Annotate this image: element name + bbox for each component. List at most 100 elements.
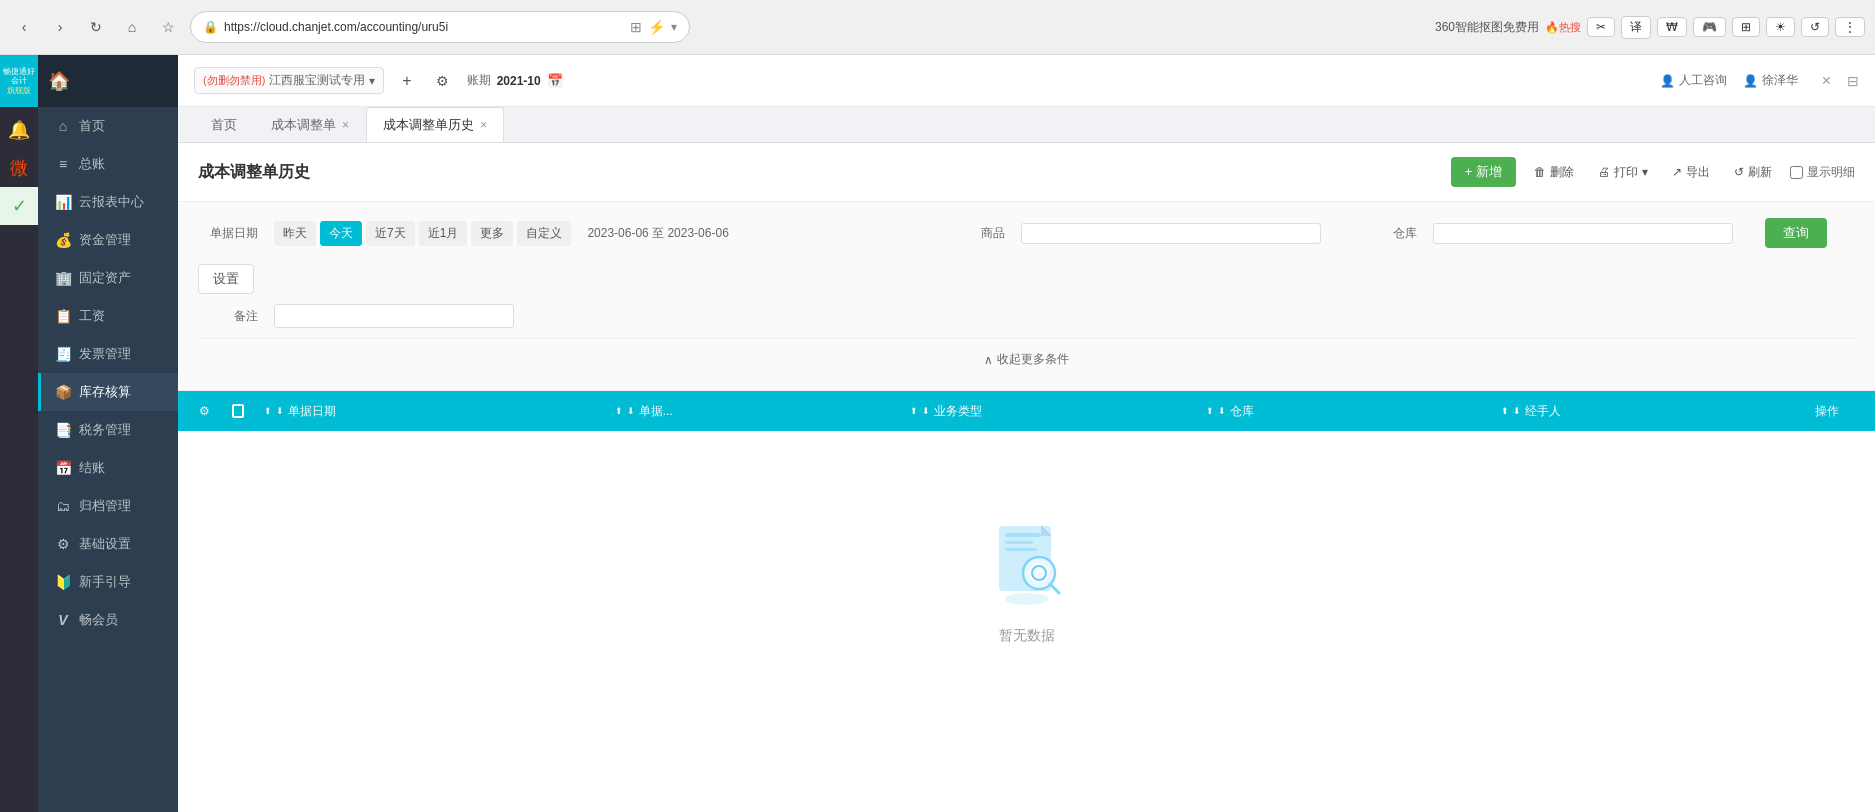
refresh-button[interactable]: ↻: [82, 13, 110, 41]
sidebar-item-tax[interactable]: 📑 税务管理: [38, 411, 178, 449]
tab-cost-adjust-close[interactable]: ×: [342, 118, 349, 132]
tab-cost-adjust-label: 成本调整单: [271, 116, 336, 134]
sidebar-item-funds-label: 资金管理: [79, 231, 131, 249]
print-button[interactable]: 🖨 打印 ▾: [1592, 160, 1654, 185]
sort-down-icon: ⬇: [276, 406, 284, 416]
refresh-button[interactable]: ↺ 刷新: [1728, 160, 1778, 185]
tab-cost-adjust-history-close[interactable]: ×: [480, 118, 487, 132]
warehouse-filter-select[interactable]: ...: [1433, 223, 1733, 244]
today-btn[interactable]: 今天: [320, 221, 362, 246]
tab-home-label: 首页: [211, 116, 237, 134]
more-dates-btn[interactable]: 更多: [471, 221, 513, 246]
filter-setting-button[interactable]: 设置: [198, 264, 254, 294]
table-container: ⚙ ⬆ ⬇ 单据日期 ⬆ ⬇ 单据...: [178, 391, 1875, 725]
th-checkbox[interactable]: [222, 391, 254, 431]
company-selector[interactable]: (勿删勿禁用) 江西服宝测试专用 ▾: [194, 67, 384, 94]
sort-up-icon-2: ⬆: [615, 406, 623, 416]
add-company-button[interactable]: +: [396, 68, 417, 94]
period-label: 账期: [467, 72, 491, 89]
print-dropdown-icon[interactable]: ▾: [1642, 165, 1648, 179]
sidebar-item-invoice[interactable]: 🧾 发票管理: [38, 335, 178, 373]
custom-date-btn[interactable]: 自定义: [517, 221, 571, 246]
filter-date-row: 单据日期 昨天 今天 近7天 近1月 更多 自定义 2023-06-06 至 2…: [198, 218, 1855, 294]
sidebar-item-funds[interactable]: 💰 资金管理: [38, 221, 178, 259]
undo-button[interactable]: ↺: [1801, 17, 1829, 37]
vip-icon: V: [55, 612, 71, 628]
more-button[interactable]: ⋮: [1835, 17, 1865, 37]
sidebar-item-ledger[interactable]: ≡ 总账: [38, 145, 178, 183]
th-person[interactable]: ⬆ ⬇ 经手人: [1491, 391, 1787, 431]
home-button[interactable]: ⌂: [118, 13, 146, 41]
close-accounts-icon: 📅: [55, 460, 71, 476]
icon-bar-weibo[interactable]: 微: [0, 149, 38, 187]
sidebar-item-settings[interactable]: ⚙ 基础设置: [38, 525, 178, 563]
sidebar-item-salary[interactable]: 📋 工资: [38, 297, 178, 335]
sidebar: 🏠 ⌂ 首页 ≡ 总账 📊 云报表中心 💰 资金管理 🏢 固定资产 📋 工资 🧾: [38, 55, 178, 812]
consult-icon: 👤: [1660, 74, 1675, 88]
window-close-button[interactable]: ×: [1822, 72, 1831, 90]
last1month-btn[interactable]: 近1月: [419, 221, 468, 246]
scissors-button[interactable]: ✂: [1587, 17, 1615, 37]
sidebar-item-fixed[interactable]: 🏢 固定资产: [38, 259, 178, 297]
page-header: 成本调整单历史 + 新增 🗑 删除 🖨 打印 ▾ ↗ 导出: [178, 143, 1875, 202]
calendar-icon[interactable]: 📅: [547, 73, 563, 88]
delete-button[interactable]: 🗑 删除: [1528, 160, 1580, 185]
apps-button[interactable]: ⊞: [1732, 17, 1760, 37]
sidebar-item-guide[interactable]: 🔰 新手引导: [38, 563, 178, 601]
star-button[interactable]: ☆: [154, 13, 182, 41]
show-detail-checkbox[interactable]: [1790, 166, 1803, 179]
wallet-button[interactable]: ₩: [1657, 17, 1687, 37]
th-number[interactable]: ⬆ ⬇ 单据...: [605, 391, 901, 431]
goods-more-icon[interactable]: ...: [1303, 228, 1311, 239]
svg-rect-2: [1005, 533, 1041, 537]
period-value: 2021-10: [497, 74, 541, 88]
th-action-label: 操作: [1815, 403, 1839, 420]
translate-button[interactable]: 译: [1621, 16, 1651, 39]
header-checkbox[interactable]: [232, 404, 244, 418]
warehouse-more-icon[interactable]: ...: [1715, 228, 1723, 239]
sidebar-item-vip[interactable]: V 畅会员: [38, 601, 178, 639]
sort-up-icon: ⬆: [264, 406, 272, 416]
main-content: (勿删勿禁用) 江西服宝测试专用 ▾ + ⚙ 账期 2021-10 📅 👤 人工…: [178, 55, 1875, 812]
remark-filter-input[interactable]: [274, 304, 514, 328]
sidebar-item-home[interactable]: ⌂ 首页: [38, 107, 178, 145]
goods-filter-select[interactable]: ...: [1021, 223, 1321, 244]
icon-bar-check[interactable]: ✓: [0, 187, 38, 225]
window-more-button[interactable]: ⊟: [1847, 73, 1859, 89]
yesterday-btn[interactable]: 昨天: [274, 221, 316, 246]
forward-button[interactable]: ›: [46, 13, 74, 41]
th-type[interactable]: ⬆ ⬇ 业务类型: [900, 391, 1196, 431]
query-button[interactable]: 查询: [1765, 218, 1827, 248]
ledger-icon: ≡: [55, 156, 71, 172]
sidebar-item-home-label: 首页: [79, 117, 105, 135]
last7days-btn[interactable]: 近7天: [366, 221, 415, 246]
sidebar-item-archive[interactable]: 🗂 归档管理: [38, 487, 178, 525]
th-gear[interactable]: ⚙: [186, 391, 222, 431]
game-button[interactable]: 🎮: [1693, 17, 1726, 37]
tab-cost-adjust[interactable]: 成本调整单 ×: [254, 107, 366, 142]
address-bar[interactable]: 🔒 https://cloud.chanjet.com/accounting/u…: [190, 11, 690, 43]
th-date[interactable]: ⬆ ⬇ 单据日期: [254, 391, 605, 431]
sidebar-item-reports[interactable]: 📊 云报表中心: [38, 183, 178, 221]
back-button[interactable]: ‹: [10, 13, 38, 41]
new-button[interactable]: + 新增: [1451, 157, 1516, 187]
sidebar-item-close-accounts[interactable]: 📅 结账: [38, 449, 178, 487]
tax-icon: 📑: [55, 422, 71, 438]
user-button[interactable]: 👤 徐泽华: [1743, 72, 1798, 89]
page-actions: + 新增 🗑 删除 🖨 打印 ▾ ↗ 导出 ↺: [1451, 157, 1855, 187]
fixed-icon: 🏢: [55, 270, 71, 286]
collapse-button[interactable]: ∧ 收起更多条件: [198, 345, 1855, 374]
filter-area: 单据日期 昨天 今天 近7天 近1月 更多 自定义 2023-06-06 至 2…: [178, 202, 1875, 391]
export-button[interactable]: ↗ 导出: [1666, 160, 1716, 185]
settings-company-button[interactable]: ⚙: [430, 69, 455, 93]
brightness-button[interactable]: ☀: [1766, 17, 1795, 37]
tab-cost-adjust-history[interactable]: 成本调整单历史 ×: [366, 107, 504, 142]
consult-button[interactable]: 👤 人工咨询: [1660, 72, 1727, 89]
icon-bar-notification[interactable]: 🔔: [0, 111, 38, 149]
sidebar-item-inventory[interactable]: 📦 库存核算: [38, 373, 178, 411]
empty-text: 暂无数据: [999, 627, 1055, 645]
th-warehouse[interactable]: ⬆ ⬇ 仓库: [1196, 391, 1492, 431]
tab-home[interactable]: 首页: [194, 107, 254, 142]
dropdown-icon[interactable]: ▾: [671, 20, 677, 34]
page-title: 成本调整单历史: [198, 162, 310, 183]
